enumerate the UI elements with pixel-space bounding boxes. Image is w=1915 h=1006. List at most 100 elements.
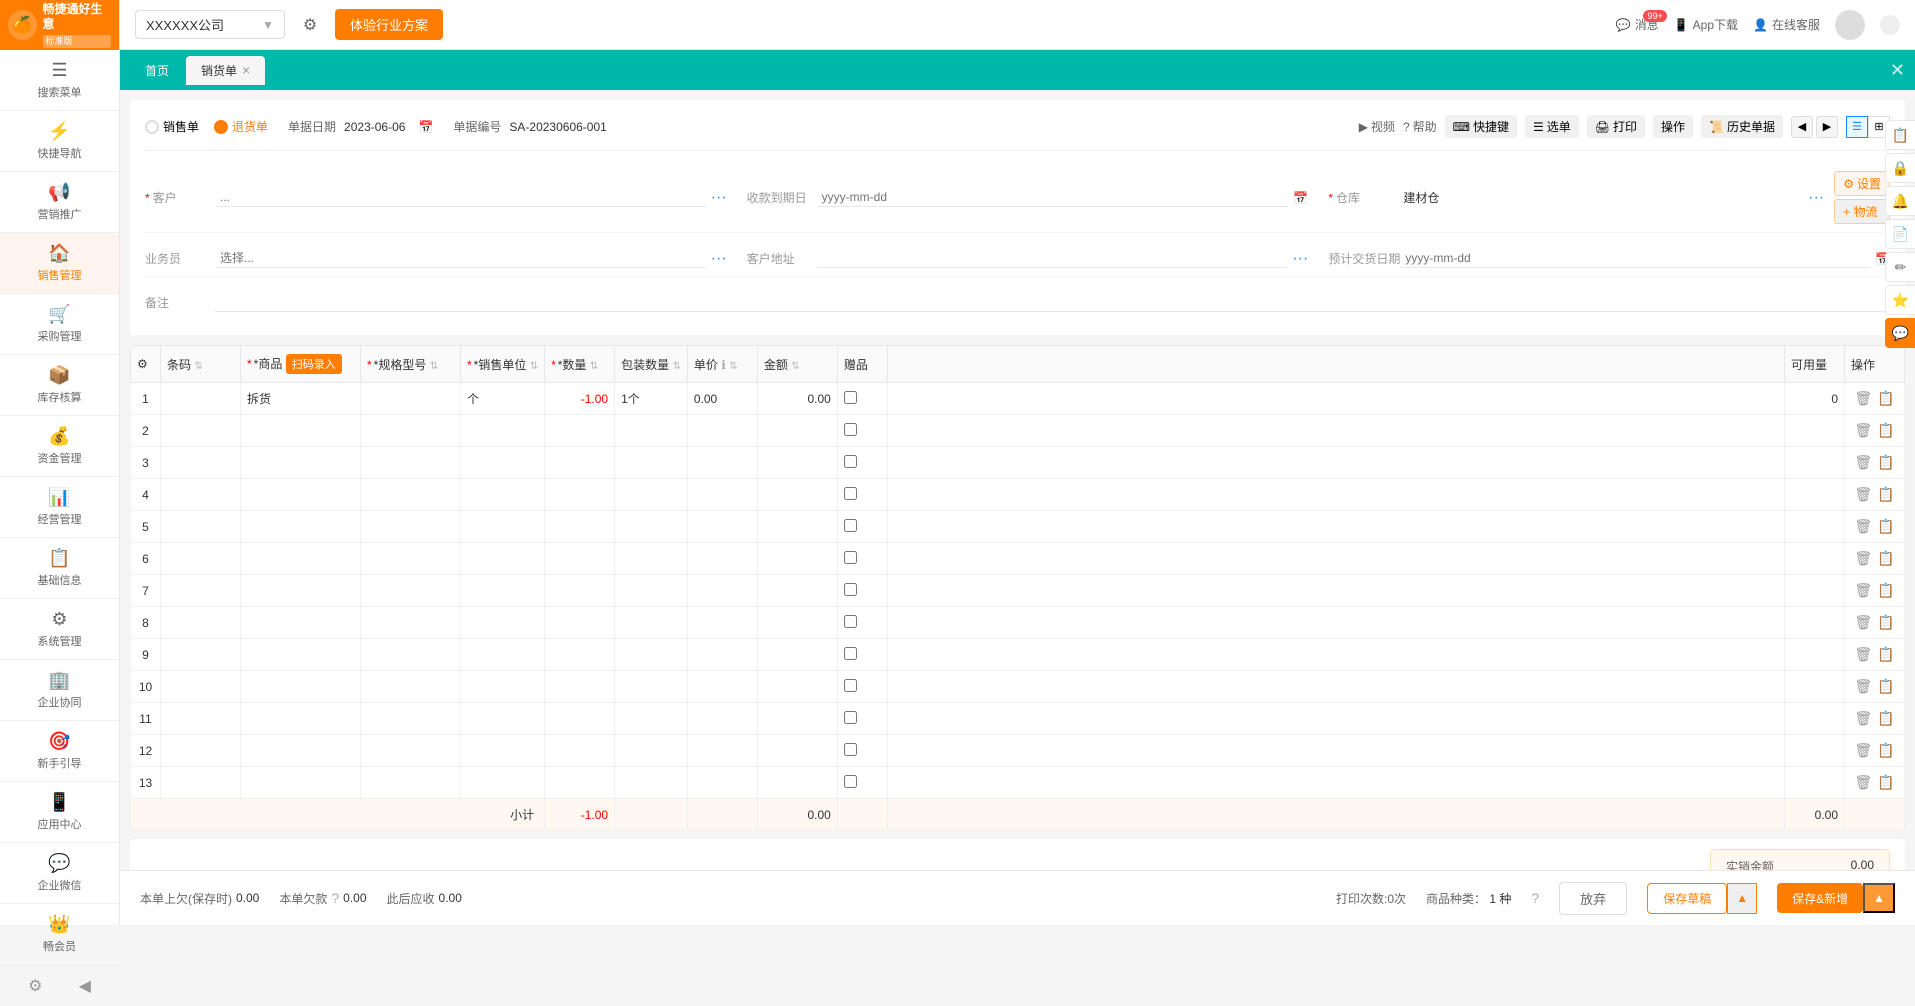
customer-address-input[interactable]: [817, 249, 1288, 268]
sidebar-item-inventory[interactable]: 📦 库存核算: [0, 355, 119, 416]
product-type-info-icon[interactable]: ?: [1531, 890, 1539, 906]
gift-checkbox-3[interactable]: [844, 455, 857, 468]
th-settings[interactable]: ⚙: [131, 346, 161, 383]
message-button[interactable]: 💬 消息 99+: [1616, 16, 1659, 33]
sidebar-item-basic[interactable]: 📋 基础信息: [0, 538, 119, 599]
copy-row-5-btn[interactable]: 📋: [1877, 518, 1894, 535]
delete-row-10-btn[interactable]: 🗑: [1854, 678, 1872, 695]
abandon-button[interactable]: 放弃: [1559, 882, 1627, 915]
copy-row-12-btn[interactable]: 📋: [1877, 742, 1894, 759]
sidebar-item-sales[interactable]: 🏠 销售管理: [0, 233, 119, 294]
salesman-input[interactable]: [215, 249, 706, 268]
gift-checkbox-1[interactable]: [844, 391, 857, 404]
tab-home[interactable]: 首页: [130, 56, 184, 85]
delete-row-12-btn[interactable]: 🗑: [1854, 742, 1872, 759]
copy-row-4-btn[interactable]: 📋: [1877, 486, 1894, 503]
app-download-button[interactable]: 📱 App下载: [1674, 16, 1738, 33]
delete-row-11-btn[interactable]: 🗑: [1854, 710, 1872, 727]
calendar-icon[interactable]: 📅: [418, 120, 433, 134]
gift-checkbox-13[interactable]: [844, 775, 857, 788]
side-copy-btn[interactable]: 📋: [1885, 120, 1915, 150]
customer-select-icon[interactable]: ···: [711, 189, 727, 207]
gift-checkbox-2[interactable]: [844, 423, 857, 436]
customer-input[interactable]: [215, 188, 706, 207]
gift-checkbox-10[interactable]: [844, 679, 857, 692]
user-avatar[interactable]: [1835, 10, 1865, 40]
copy-row-2-btn[interactable]: 📋: [1877, 422, 1894, 439]
delete-row-5-btn[interactable]: 🗑: [1854, 518, 1872, 535]
gift-checkbox-8[interactable]: [844, 615, 857, 628]
sidebar-item-marketing[interactable]: 📢 营销推广: [0, 172, 119, 233]
shortcut-btn[interactable]: ⌨ 快捷键: [1445, 115, 1517, 138]
discount-info-icon[interactable]: ?: [352, 869, 360, 870]
company-selector[interactable]: XXXXXX公司 ▼: [135, 10, 285, 39]
side-star-btn[interactable]: ⭐: [1885, 285, 1915, 315]
nav-next-btn[interactable]: ▶: [1816, 116, 1838, 138]
copy-row-9-btn[interactable]: 📋: [1877, 646, 1894, 663]
settings-button[interactable]: ⚙: [295, 10, 325, 40]
save-new-dropdown-btn[interactable]: ▲: [1863, 883, 1895, 913]
delete-row-2-btn[interactable]: 🗑: [1854, 422, 1872, 439]
delete-row-1-btn[interactable]: 🗑: [1854, 390, 1872, 407]
sidebar-item-member[interactable]: 👑 畅会员: [0, 904, 119, 965]
gift-checkbox-5[interactable]: [844, 519, 857, 532]
sidebar-item-enterprise[interactable]: 🏢 企业协同: [0, 660, 119, 721]
gift-checkbox-11[interactable]: [844, 711, 857, 724]
remark-input[interactable]: [215, 293, 1890, 312]
copy-row-11-btn[interactable]: 📋: [1877, 710, 1894, 727]
tab-close-icon[interactable]: ×: [242, 62, 250, 78]
settings-action-btn[interactable]: ⚙ 设置: [1834, 171, 1890, 196]
side-edit-btn[interactable]: ✏: [1885, 252, 1915, 282]
video-btn[interactable]: ▶ 视频: [1359, 118, 1395, 135]
due-date-calendar-icon[interactable]: 📅: [1293, 191, 1308, 205]
scan-barcode-btn[interactable]: 扫码录入: [286, 354, 342, 374]
sidebar-item-apps[interactable]: 📱 应用中心: [0, 782, 119, 843]
delete-row-9-btn[interactable]: 🗑: [1854, 646, 1872, 663]
due-date-input[interactable]: [817, 188, 1289, 207]
sales-order-radio[interactable]: 销售单: [145, 118, 199, 135]
history-btn[interactable]: 📜 历史单据: [1701, 115, 1783, 138]
address-select-icon[interactable]: ···: [1292, 250, 1308, 268]
gift-checkbox-4[interactable]: [844, 487, 857, 500]
print-btn[interactable]: 🖨 打印: [1587, 115, 1645, 138]
trial-button[interactable]: 体验行业方案: [335, 9, 443, 40]
sidebar-collapse-icon[interactable]: ◀: [79, 976, 91, 996]
copy-row-10-btn[interactable]: 📋: [1877, 678, 1894, 695]
overdue-info-icon[interactable]: ?: [331, 890, 339, 906]
gift-checkbox-12[interactable]: [844, 743, 857, 756]
sidebar-item-purchase[interactable]: 🛒 采购管理: [0, 294, 119, 355]
delete-row-13-btn[interactable]: 🗑: [1854, 774, 1872, 791]
side-lock-btn[interactable]: 🔒: [1885, 153, 1915, 183]
side-notify-btn[interactable]: 🔔: [1885, 186, 1915, 216]
delete-row-6-btn[interactable]: 🗑: [1854, 550, 1872, 567]
save-new-button[interactable]: 保存&新增: [1777, 883, 1863, 913]
online-service-button[interactable]: 👤 在线客服: [1753, 16, 1820, 33]
copy-row-8-btn[interactable]: 📋: [1877, 614, 1894, 631]
delete-row-7-btn[interactable]: 🗑: [1854, 582, 1872, 599]
delete-row-4-btn[interactable]: 🗑: [1854, 486, 1872, 503]
nav-prev-btn[interactable]: ◀: [1791, 116, 1813, 138]
operation-btn[interactable]: 操作: [1653, 115, 1693, 138]
copy-row-7-btn[interactable]: 📋: [1877, 582, 1894, 599]
sidebar-item-finance[interactable]: 💰 资金管理: [0, 416, 119, 477]
save-draft-dropdown-btn[interactable]: ▲: [1727, 883, 1757, 914]
select-btn[interactable]: ☰ 选单: [1525, 115, 1579, 138]
gift-checkbox-9[interactable]: [844, 647, 857, 660]
tab-sales-order[interactable]: 销货单 ×: [186, 56, 265, 85]
salesman-select-icon[interactable]: ···: [711, 250, 727, 268]
sidebar-item-quick-nav[interactable]: ⚡ 快捷导航: [0, 111, 119, 172]
copy-row-13-btn[interactable]: 📋: [1877, 774, 1894, 791]
gift-checkbox-7[interactable]: [844, 583, 857, 596]
sidebar-item-search[interactable]: ☰ 搜索菜单: [0, 50, 119, 111]
view-list-btn[interactable]: ☰: [1846, 116, 1868, 138]
sidebar-item-guide[interactable]: 🎯 新手引导: [0, 721, 119, 782]
copy-row-3-btn[interactable]: 📋: [1877, 454, 1894, 471]
delete-row-3-btn[interactable]: 🗑: [1854, 454, 1872, 471]
copy-row-1-btn[interactable]: 📋: [1877, 390, 1894, 407]
return-order-radio[interactable]: 退货单: [214, 118, 268, 135]
logistics-btn[interactable]: + 物流: [1834, 199, 1890, 224]
sidebar-settings-icon[interactable]: ⚙: [28, 976, 42, 996]
gift-checkbox-6[interactable]: [844, 551, 857, 564]
sidebar-item-wechat[interactable]: 💬 企业微信: [0, 843, 119, 904]
sidebar-item-business[interactable]: 📊 经营管理: [0, 477, 119, 538]
